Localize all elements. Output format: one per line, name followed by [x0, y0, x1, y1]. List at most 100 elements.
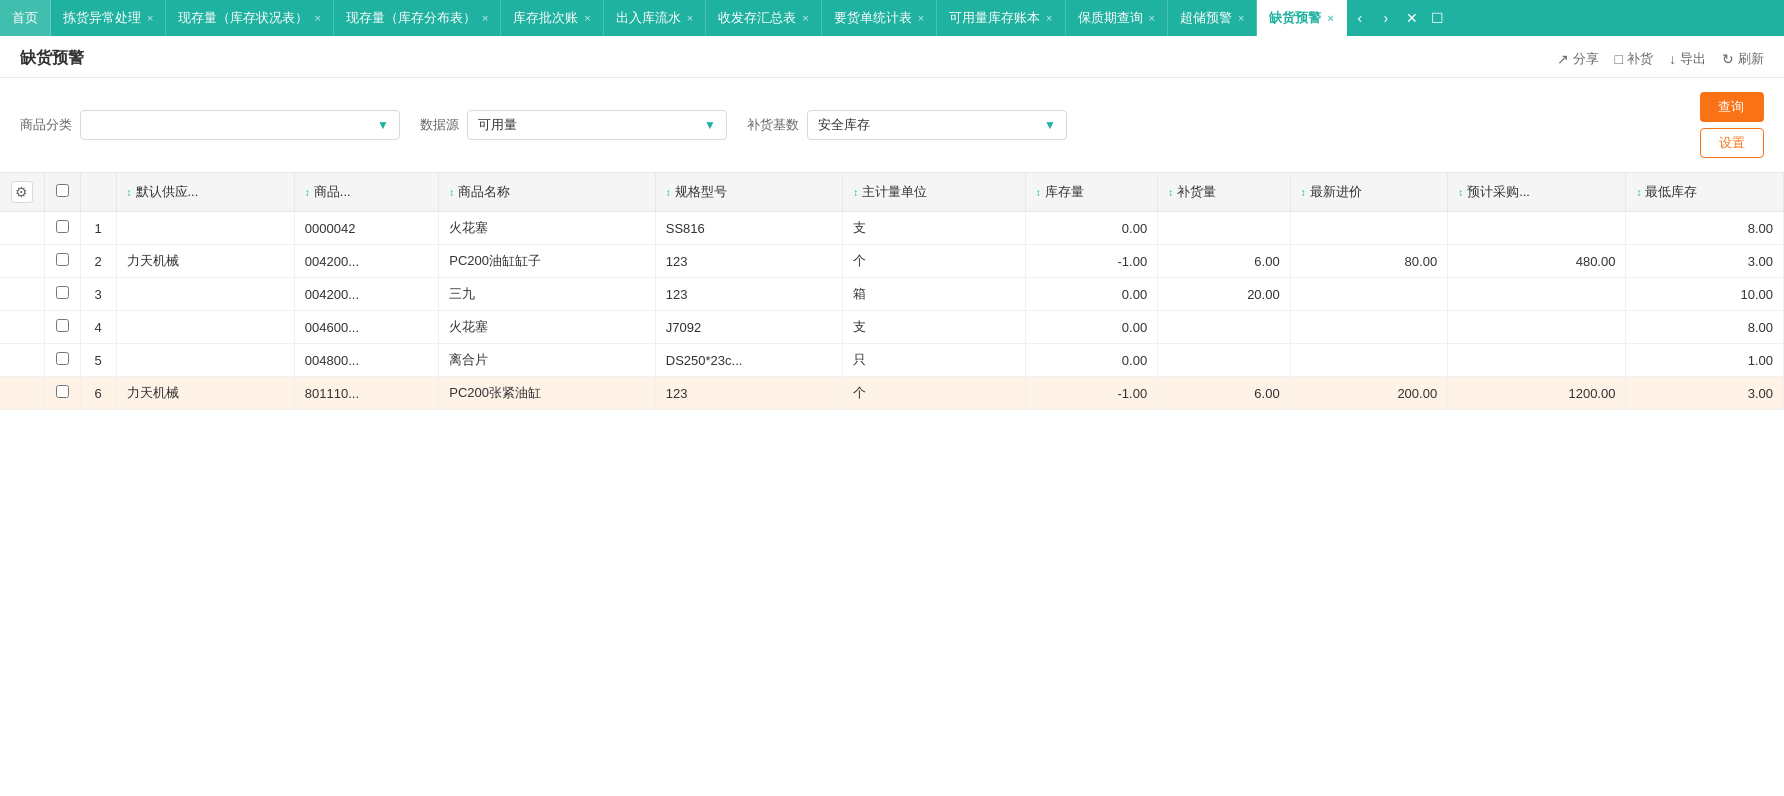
category-chevron-icon: ▼ — [377, 118, 389, 132]
row-unit: 个 — [843, 245, 1025, 278]
tab-expand-btn[interactable]: ✕ — [1399, 0, 1425, 36]
row-unit: 支 — [843, 212, 1025, 245]
th-stock-qty: ↕ 库存量 — [1025, 173, 1158, 212]
tab-next-btn[interactable]: › — [1373, 0, 1399, 36]
row-min-stock: 8.00 — [1626, 212, 1784, 245]
tab-available-ledger-close[interactable]: × — [1046, 12, 1052, 24]
row-min-stock: 10.00 — [1626, 278, 1784, 311]
tab-available-ledger[interactable]: 可用量库存账本 × — [937, 0, 1065, 36]
tab-overstock-close[interactable]: × — [1238, 12, 1244, 24]
table-row: 2 力天机械 004200... PC200油缸缸子 123 个 -1.00 6… — [0, 245, 1784, 278]
tab-batch-account[interactable]: 库存批次账 × — [501, 0, 603, 36]
row-stock: 0.00 — [1025, 344, 1158, 377]
row-name: 火花塞 — [439, 212, 656, 245]
tab-inventory-status[interactable]: 现存量（库存状况表） × — [166, 0, 333, 36]
sort-spec-icon: ↕ — [666, 187, 671, 198]
row-supplier — [116, 212, 294, 245]
row-checkbox-cell — [44, 311, 80, 344]
tab-expiry-query[interactable]: 保质期查询 × — [1066, 0, 1168, 36]
tab-inout-flow-close[interactable]: × — [687, 12, 693, 24]
category-filter-group: 商品分类 ▼ — [20, 110, 400, 140]
tab-order-stats[interactable]: 要货单统计表 × — [822, 0, 937, 36]
tab-prev-btn[interactable]: ‹ — [1347, 0, 1373, 36]
row-est-purchase — [1448, 212, 1626, 245]
row-name: PC200张紧油缸 — [439, 377, 656, 410]
column-settings-icon[interactable]: ⚙ — [11, 181, 33, 203]
datasource-select-value: 可用量 — [478, 116, 696, 134]
tab-inventory-dist[interactable]: 现存量（库存分布表） × — [334, 0, 501, 36]
sort-replenish-icon: ↕ — [1168, 187, 1173, 198]
tab-inout-flow[interactable]: 出入库流水 × — [604, 0, 706, 36]
row-spec: 123 — [655, 278, 842, 311]
row-settings-cell — [0, 377, 44, 410]
sort-name-icon: ↕ — [449, 187, 454, 198]
datasource-select[interactable]: 可用量 ▼ — [467, 110, 727, 140]
replenish-select[interactable]: 安全库存 ▼ — [807, 110, 1067, 140]
row-supplier — [116, 278, 294, 311]
sort-code-icon: ↕ — [305, 187, 310, 198]
row-latest-price — [1290, 212, 1447, 245]
tab-abnormal-close[interactable]: × — [147, 12, 153, 24]
row-checkbox[interactable] — [56, 385, 69, 398]
select-all-checkbox[interactable] — [56, 184, 69, 197]
tab-home-label: 首页 — [12, 9, 38, 27]
row-checkbox[interactable] — [56, 319, 69, 332]
row-checkbox[interactable] — [56, 220, 69, 233]
row-checkbox-cell — [44, 377, 80, 410]
tab-fullscreen-btn[interactable]: ☐ — [1425, 0, 1451, 36]
th-checkbox — [44, 173, 80, 212]
category-select[interactable]: ▼ — [80, 110, 400, 140]
row-stock: 0.00 — [1025, 311, 1158, 344]
row-latest-price — [1290, 278, 1447, 311]
row-checkbox[interactable] — [56, 253, 69, 266]
refresh-icon: ↻ — [1722, 51, 1734, 67]
row-stock: 0.00 — [1025, 212, 1158, 245]
row-name: 离合片 — [439, 344, 656, 377]
row-checkbox[interactable] — [56, 352, 69, 365]
tab-receive-summary[interactable]: 收发存汇总表 × — [706, 0, 821, 36]
row-code: 004800... — [294, 344, 438, 377]
tab-batch-account-close[interactable]: × — [584, 12, 590, 24]
export-button[interactable]: ↓ 导出 — [1669, 50, 1706, 68]
row-unit: 只 — [843, 344, 1025, 377]
datasource-filter-group: 数据源 可用量 ▼ — [420, 110, 727, 140]
th-unit: ↕ 主计量单位 — [843, 173, 1025, 212]
tab-shortage[interactable]: 缺货预警 × — [1257, 0, 1346, 36]
tab-home[interactable]: 首页 — [0, 0, 51, 36]
tab-inventory-dist-label: 现存量（库存分布表） — [346, 9, 476, 27]
th-default-supplier: ↕ 默认供应... — [116, 173, 294, 212]
data-table: ⚙ ↕ 默认供应... ↕ 商 — [0, 172, 1784, 410]
row-checkbox-cell — [44, 344, 80, 377]
row-unit: 支 — [843, 311, 1025, 344]
tab-overstock[interactable]: 超储预警 × — [1168, 0, 1257, 36]
refresh-button[interactable]: ↻ 刷新 — [1722, 50, 1764, 68]
tab-inventory-dist-close[interactable]: × — [482, 12, 488, 24]
tab-inventory-status-close[interactable]: × — [314, 12, 320, 24]
share-button[interactable]: ↗ 分享 — [1557, 50, 1599, 68]
tab-receive-summary-close[interactable]: × — [802, 12, 808, 24]
th-latest-price: ↕ 最新进价 — [1290, 173, 1447, 212]
tab-abnormal-label: 拣货异常处理 — [63, 9, 141, 27]
share-icon: ↗ — [1557, 51, 1569, 67]
replenish-chevron-icon: ▼ — [1044, 118, 1056, 132]
tab-abnormal[interactable]: 拣货异常处理 × — [51, 0, 166, 36]
datasource-label: 数据源 — [420, 116, 459, 134]
settings-button[interactable]: 设置 — [1700, 128, 1764, 158]
row-code: 004600... — [294, 311, 438, 344]
row-checkbox-cell — [44, 212, 80, 245]
tab-expiry-query-close[interactable]: × — [1149, 12, 1155, 24]
category-label: 商品分类 — [20, 116, 72, 134]
row-latest-price — [1290, 311, 1447, 344]
filter-buttons: 查询 设置 — [1700, 92, 1764, 158]
query-button[interactable]: 查询 — [1700, 92, 1764, 122]
table-header-row: ⚙ ↕ 默认供应... ↕ 商 — [0, 173, 1784, 212]
replenish-button[interactable]: □ 补货 — [1615, 50, 1653, 68]
row-checkbox[interactable] — [56, 286, 69, 299]
row-name: PC200油缸缸子 — [439, 245, 656, 278]
tab-shortage-close[interactable]: × — [1327, 12, 1333, 24]
tab-bar: 首页 拣货异常处理 × 现存量（库存状况表） × 现存量（库存分布表） × 库存… — [0, 0, 1784, 36]
row-code: 004200... — [294, 245, 438, 278]
tab-order-stats-close[interactable]: × — [918, 12, 924, 24]
row-no: 5 — [80, 344, 116, 377]
refresh-label: 刷新 — [1738, 50, 1764, 68]
